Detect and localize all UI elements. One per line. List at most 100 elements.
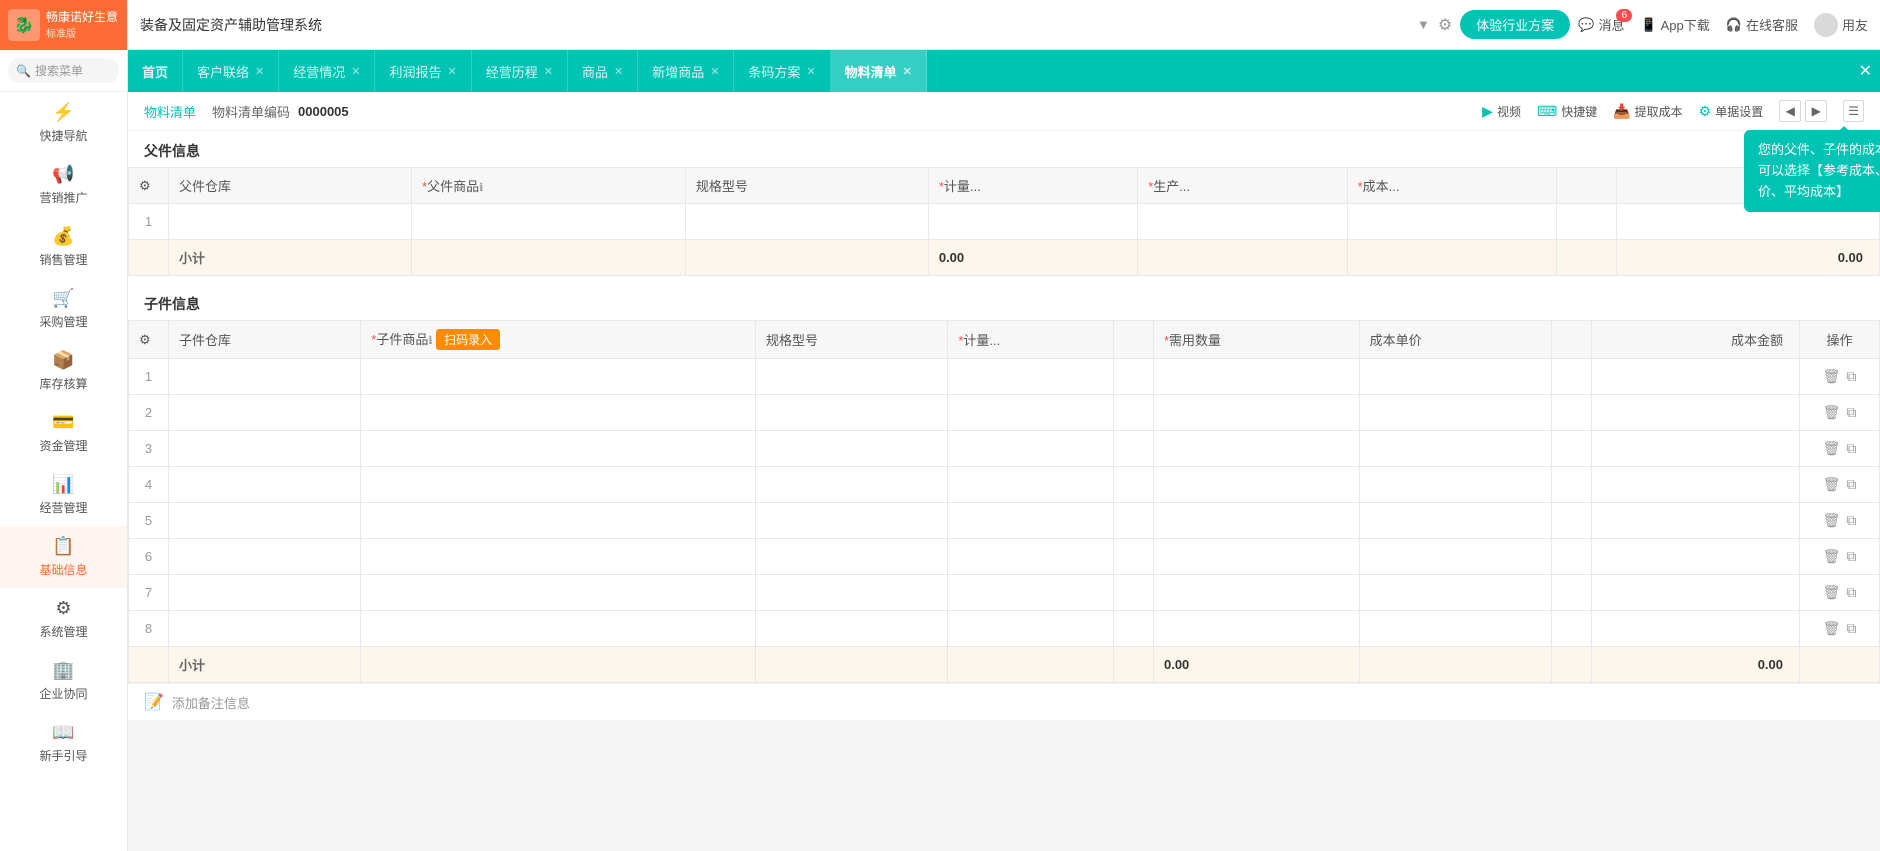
child-unit-cost-3[interactable] bbox=[1359, 431, 1551, 467]
child-copy-2[interactable]: ⧉ bbox=[1846, 404, 1856, 421]
child-unit-cost-7[interactable] bbox=[1359, 575, 1551, 611]
user-action[interactable]: 用友 bbox=[1814, 13, 1868, 37]
child-unit-2[interactable] bbox=[948, 395, 1114, 431]
child-unit-cost-5[interactable] bbox=[1359, 503, 1551, 539]
settings-icon[interactable]: ⚙ bbox=[1438, 15, 1452, 35]
single-settings-button[interactable]: ⚙ 单据设置 bbox=[1699, 103, 1764, 120]
child-warehouse-6[interactable] bbox=[169, 539, 361, 575]
child-unit-cost-4[interactable] bbox=[1359, 467, 1551, 503]
nav-prev[interactable]: ◀ bbox=[1779, 100, 1801, 122]
shortcut-button[interactable]: ⌨ 快捷键 bbox=[1537, 103, 1597, 120]
child-product-2[interactable] bbox=[361, 395, 756, 431]
breadcrumb-parent[interactable]: 物料清单 bbox=[144, 102, 196, 121]
child-warehouse-8[interactable] bbox=[169, 611, 361, 647]
tab-customer[interactable]: 客户联络 ✕ bbox=[183, 50, 279, 92]
child-spec-3[interactable] bbox=[756, 431, 948, 467]
tab-barcode[interactable]: 条码方案 ✕ bbox=[734, 50, 830, 92]
sidebar-item-basic-info[interactable]: 📋 基础信息 bbox=[0, 526, 127, 588]
parent-spec-1[interactable] bbox=[685, 204, 928, 240]
extract-cost-button[interactable]: 📥 提取成本 bbox=[1613, 103, 1682, 120]
child-unit-4[interactable] bbox=[948, 467, 1114, 503]
parent-warehouse-1[interactable] bbox=[169, 204, 412, 240]
sidebar-item-enterprise[interactable]: 🏢 企业协同 bbox=[0, 650, 127, 712]
child-qty-8[interactable] bbox=[1153, 611, 1359, 647]
child-delete-7[interactable]: 🗑 bbox=[1823, 584, 1841, 601]
child-unit-7[interactable] bbox=[948, 575, 1114, 611]
child-warehouse-1[interactable] bbox=[169, 359, 361, 395]
child-warehouse-4[interactable] bbox=[169, 467, 361, 503]
child-qty-7[interactable] bbox=[1153, 575, 1359, 611]
child-warehouse-7[interactable] bbox=[169, 575, 361, 611]
child-unit-cost-8[interactable] bbox=[1359, 611, 1551, 647]
child-unit-cost-1[interactable] bbox=[1359, 359, 1551, 395]
child-qty-3[interactable] bbox=[1153, 431, 1359, 467]
child-product-6[interactable] bbox=[361, 539, 756, 575]
child-unit-cost-2[interactable] bbox=[1359, 395, 1551, 431]
sidebar-item-operation[interactable]: 📊 经营管理 bbox=[0, 464, 127, 526]
sidebar-item-system[interactable]: ⚙ 系统管理 bbox=[0, 588, 127, 650]
parent-cost-1[interactable] bbox=[1347, 204, 1556, 240]
child-unit-5[interactable] bbox=[948, 503, 1114, 539]
tab-profit-report[interactable]: 利润报告 ✕ bbox=[375, 50, 471, 92]
child-copy-6[interactable]: ⧉ bbox=[1846, 548, 1856, 565]
sidebar-item-guide[interactable]: 📖 新手引导 bbox=[0, 712, 127, 774]
sidebar-item-inventory[interactable]: 📦 库存核算 bbox=[0, 340, 127, 402]
experience-button[interactable]: 体验行业方案 bbox=[1460, 10, 1570, 39]
child-unit-8[interactable] bbox=[948, 611, 1114, 647]
nav-next[interactable]: ▶ bbox=[1805, 100, 1827, 122]
child-warehouse-3[interactable] bbox=[169, 431, 361, 467]
child-delete-4[interactable]: 🗑 bbox=[1823, 476, 1841, 493]
child-spec-5[interactable] bbox=[756, 503, 948, 539]
child-copy-8[interactable]: ⧉ bbox=[1846, 620, 1856, 637]
child-product-5[interactable] bbox=[361, 503, 756, 539]
parent-unit-1[interactable] bbox=[928, 204, 1137, 240]
message-action[interactable]: 💬 6 消息 bbox=[1578, 15, 1624, 34]
child-qty-2[interactable] bbox=[1153, 395, 1359, 431]
tab-customer-close[interactable]: ✕ bbox=[255, 65, 264, 78]
tab-add-product-close[interactable]: ✕ bbox=[710, 65, 719, 78]
add-note-label[interactable]: 添加备注信息 bbox=[172, 693, 250, 712]
child-product-7[interactable] bbox=[361, 575, 756, 611]
child-col-settings[interactable]: ⚙ bbox=[129, 321, 169, 359]
tab-operation-status[interactable]: 经营情况 ✕ bbox=[279, 50, 375, 92]
video-button[interactable]: ▶ 视频 bbox=[1482, 103, 1521, 120]
tab-operation-process-close[interactable]: ✕ bbox=[544, 65, 553, 78]
child-warehouse-5[interactable] bbox=[169, 503, 361, 539]
dropdown-arrow[interactable]: ▼ bbox=[1417, 17, 1430, 32]
scan-button[interactable]: 扫码录入 bbox=[436, 329, 500, 350]
child-delete-6[interactable]: 🗑 bbox=[1823, 548, 1841, 565]
sidebar-item-quick-nav[interactable]: ⚡ 快捷导航 bbox=[0, 92, 127, 154]
tab-add-product[interactable]: 新增商品 ✕ bbox=[638, 50, 734, 92]
app-download-action[interactable]: 📱 App下载 bbox=[1640, 15, 1709, 34]
child-spec-8[interactable] bbox=[756, 611, 948, 647]
sidebar-item-finance[interactable]: 💳 资金管理 bbox=[0, 402, 127, 464]
child-product-8[interactable] bbox=[361, 611, 756, 647]
tab-bom-close[interactable]: ✕ bbox=[903, 65, 912, 78]
nav-list[interactable]: ☰ bbox=[1843, 100, 1864, 122]
child-product-4[interactable] bbox=[361, 467, 756, 503]
child-delete-3[interactable]: 🗑 bbox=[1823, 440, 1841, 457]
sidebar-item-marketing[interactable]: 📢 营销推广 bbox=[0, 154, 127, 216]
child-spec-7[interactable] bbox=[756, 575, 948, 611]
sidebar-item-sales[interactable]: 💰 销售管理 bbox=[0, 216, 127, 278]
tab-home[interactable]: 首页 bbox=[128, 50, 183, 92]
tab-bom[interactable]: 物料清单 ✕ bbox=[831, 50, 927, 92]
tab-operation-status-close[interactable]: ✕ bbox=[351, 65, 360, 78]
child-warehouse-2[interactable] bbox=[169, 395, 361, 431]
child-copy-5[interactable]: ⧉ bbox=[1846, 512, 1856, 529]
parent-production-1[interactable] bbox=[1138, 204, 1347, 240]
online-service-action[interactable]: 🎧 在线客服 bbox=[1726, 15, 1798, 34]
child-spec-2[interactable] bbox=[756, 395, 948, 431]
child-unit-6[interactable] bbox=[948, 539, 1114, 575]
child-qty-6[interactable] bbox=[1153, 539, 1359, 575]
child-unit-3[interactable] bbox=[948, 431, 1114, 467]
child-copy-7[interactable]: ⧉ bbox=[1846, 584, 1856, 601]
child-unit-1[interactable] bbox=[948, 359, 1114, 395]
child-qty-5[interactable] bbox=[1153, 503, 1359, 539]
child-product-3[interactable] bbox=[361, 431, 756, 467]
child-spec-1[interactable] bbox=[756, 359, 948, 395]
child-qty-1[interactable] bbox=[1153, 359, 1359, 395]
child-copy-4[interactable]: ⧉ bbox=[1846, 476, 1856, 493]
tab-product[interactable]: 商品 ✕ bbox=[568, 50, 638, 92]
child-delete-2[interactable]: 🗑 bbox=[1823, 404, 1841, 421]
